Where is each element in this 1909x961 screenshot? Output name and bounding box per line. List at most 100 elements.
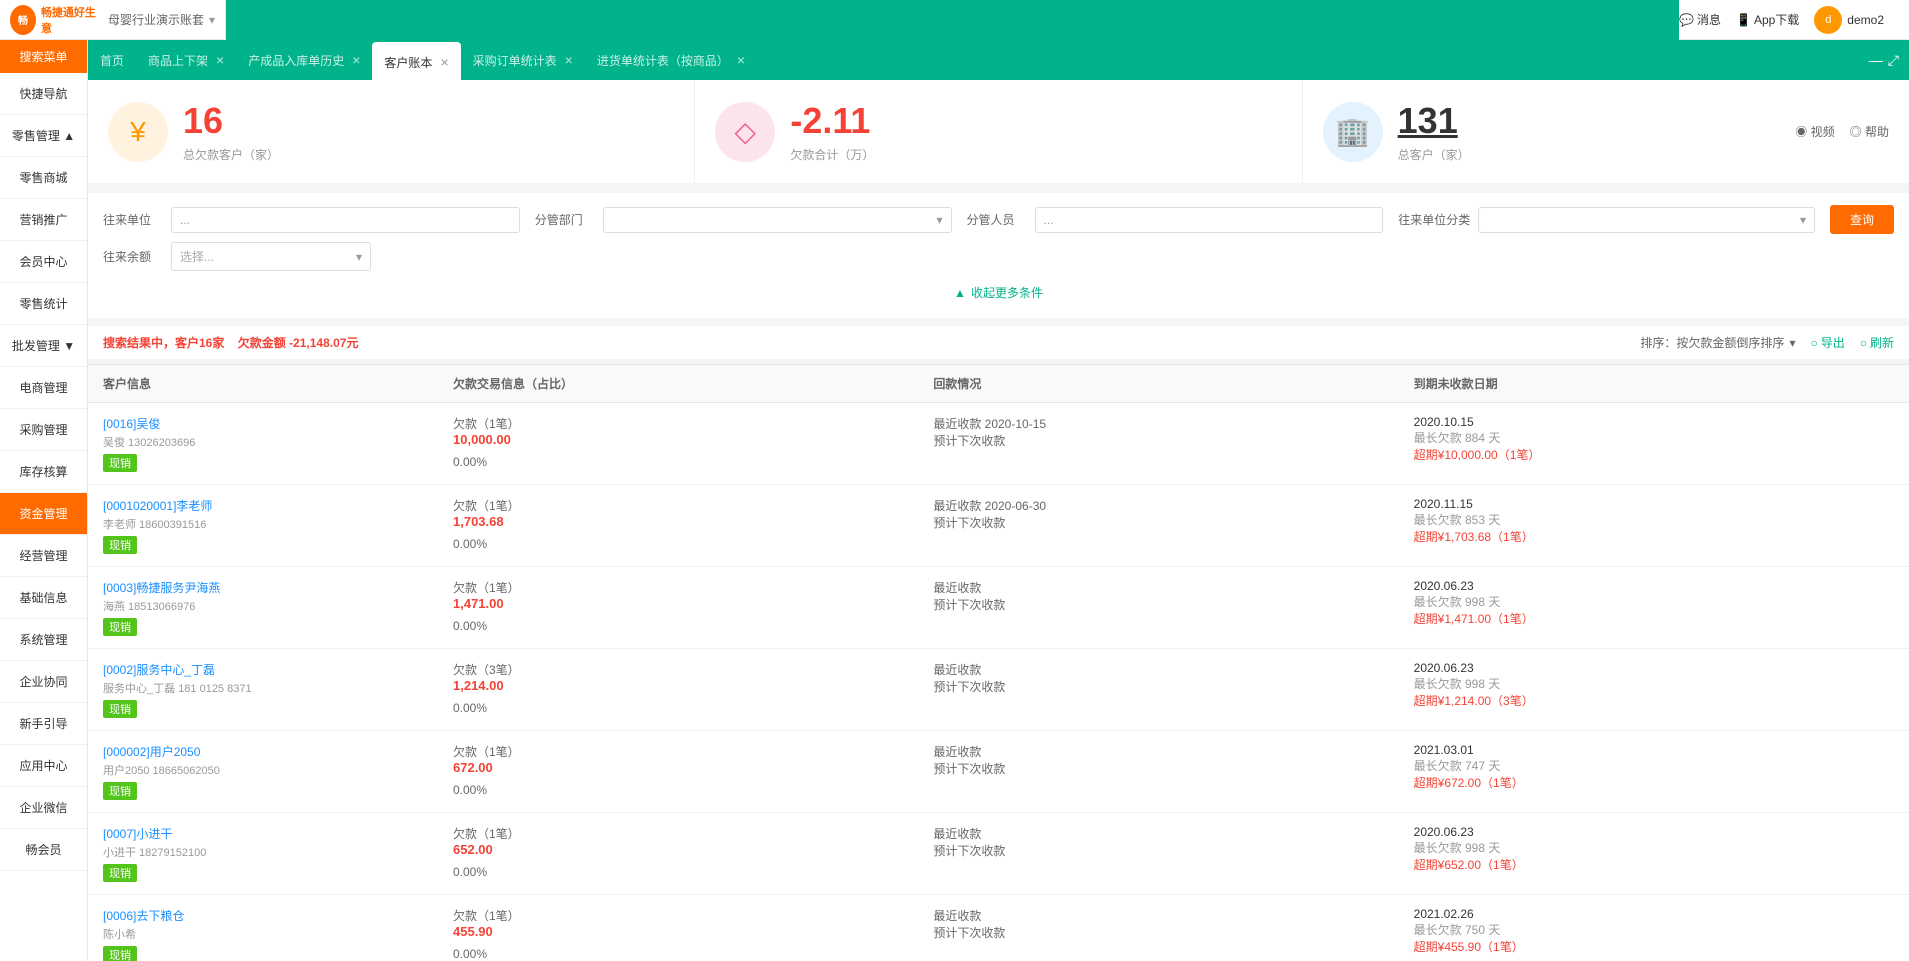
help-link[interactable]: ◎ 帮助 — [1850, 123, 1889, 140]
duedate-cell: 2020.10.15 最长欠款 884 天 超期¥10,000.00（1笔） — [1414, 415, 1894, 472]
download-icon: 📱 — [1736, 13, 1751, 27]
tab-close-btn[interactable]: × — [565, 52, 573, 68]
debt-info-cell: 欠款（1笔） 652.00 0.00% — [453, 825, 933, 882]
table-header: 客户信息 欠款交易信息（占比） 回款情况 到期未收款日期 — [88, 364, 1909, 403]
tab-close-btn[interactable]: × — [440, 54, 448, 70]
tab-close-btn[interactable]: × — [216, 52, 224, 68]
sidebar-item-xitongguanli[interactable]: 系统管理 — [0, 619, 87, 661]
summary-cards: ¥ 16 总欠款客户（家） ◇ -2.11 欠款合计（万） — [88, 80, 1909, 183]
search-button[interactable]: 查询 — [1830, 205, 1894, 234]
tab-goods-onoff[interactable]: 商品上下架 × — [136, 40, 236, 80]
table-row: [0003]畅捷服务尹海燕 海燕 18513066976 现销 欠款（1笔） 1… — [88, 567, 1909, 649]
industry-selector[interactable]: 母婴行业演示账套 ▾ — [98, 0, 226, 39]
dept-select[interactable]: ▾ — [603, 207, 952, 233]
sidebar-item-changhyuan[interactable]: 畅会员 — [0, 829, 87, 871]
customer-name-link[interactable]: [0006]去下粮仓 — [103, 907, 453, 924]
total-customers-number: 131 — [1398, 100, 1470, 142]
tab-close-btn[interactable]: × — [352, 52, 360, 68]
sidebar-item-kuaijiedaohang[interactable]: 快捷导航 — [0, 73, 87, 115]
dept-filter: 分管部门 ▾ — [535, 207, 952, 233]
sidebar-item-zijinguanli[interactable]: 资金管理 — [0, 493, 87, 535]
sidebar-item-huiyuanzhongxin[interactable]: 会员中心 — [0, 241, 87, 283]
video-link[interactable]: ◉ 视频 — [1795, 123, 1834, 140]
person-input[interactable]: ... — [1035, 207, 1384, 233]
collapse-filter-btn[interactable]: ▲ 收起更多条件 — [103, 279, 1894, 306]
sidebar-item-qiyeweixin[interactable]: 企业微信 — [0, 787, 87, 829]
collection-cell: 最近收款 预计下次收款 — [933, 743, 1413, 800]
customer-info-cell: [0003]畅捷服务尹海燕 海燕 18513066976 现销 — [103, 579, 453, 636]
message-icon: 💬 — [1679, 13, 1694, 27]
sidebar-item-xinshouyindao[interactable]: 新手引导 — [0, 703, 87, 745]
customer-name-link[interactable]: [0002]服务中心_丁磊 — [103, 661, 453, 678]
debt-amount[interactable]: 455.90 — [453, 924, 933, 939]
tab-homepage[interactable]: 首页 — [88, 40, 136, 80]
sidebar-item-yingxiaotuitui[interactable]: 营销推广 — [0, 199, 87, 241]
total-customers-icon: 🏢 — [1323, 102, 1383, 162]
sidebar-item-kucunhesuan[interactable]: 库存核算 — [0, 451, 87, 493]
supplier-input[interactable]: ... — [171, 207, 520, 233]
minimize-btn[interactable]: — — [1869, 52, 1883, 68]
sidebar-item-yingyongzhongxin[interactable]: 应用中心 — [0, 745, 87, 787]
app-download-btn[interactable]: 📱 App下载 — [1736, 11, 1799, 28]
category-filter: 往来单位分类 ▾ — [1398, 207, 1815, 233]
debt-amount[interactable]: 652.00 — [453, 842, 933, 857]
customer-info-cell: [0016]吴俊 吴俊 13026203696 现销 — [103, 415, 453, 472]
chevron-down-icon: ▾ — [1789, 336, 1795, 350]
customer-name-link[interactable]: [0007]小进干 — [103, 825, 453, 842]
debt-amount[interactable]: 10,000.00 — [453, 432, 933, 447]
user-avatar[interactable]: d demo2 — [1814, 6, 1884, 34]
tab-customer-ledger[interactable]: 客户账本 × — [372, 42, 460, 82]
collection-cell: 最近收款 2020-06-30 预计下次收款 — [933, 497, 1413, 554]
tab-bar: 首页 商品上下架 × 产成品入库单历史 × 客户账本 × 采购订单统计表 × — [88, 40, 1909, 80]
col-header-collection: 回款情况 — [933, 375, 1413, 392]
results-info: 搜索结果中，客户16家 欠款金额 -21,148.07元 — [103, 334, 358, 351]
tab-purchase-stats[interactable]: 采购订单统计表 × — [461, 40, 585, 80]
sidebar-search[interactable]: 搜索菜单 — [0, 40, 87, 73]
debt-amount[interactable]: 672.00 — [453, 760, 933, 775]
customer-info-cell: [0006]去下粮仓 陈小希 现销 — [103, 907, 453, 961]
debt-amount[interactable]: 1,471.00 — [453, 596, 933, 611]
export-btn[interactable]: ○ 导出 — [1810, 334, 1844, 351]
sidebar-item-lingshouchengcheng[interactable]: 零售商城 — [0, 157, 87, 199]
customer-name-link[interactable]: [0016]吴俊 — [103, 415, 453, 432]
sidebar-item-jingying[interactable]: 经营管理 — [0, 535, 87, 577]
maximize-btn[interactable]: ⤢ — [1888, 52, 1899, 69]
sidebar-item-pifagunali[interactable]: 批发管理 ▼ — [0, 325, 87, 367]
debt-amount[interactable]: 1,214.00 — [453, 678, 933, 693]
top-bar: 畅 畅捷通好生意 母婴行业演示账套 ▾ 💬 消息 📱 App下载 d demo2 — [0, 0, 1909, 40]
results-actions: 排序：按欠款金额倒序排序 ▾ ○ 导出 ○ 刷新 — [1640, 334, 1894, 351]
dept-label: 分管部门 — [535, 211, 595, 228]
sidebar-item-lingshouchunli[interactable]: 零售管理 ▲ — [0, 115, 87, 157]
sidebar-item-dianshangunali[interactable]: 电商管理 — [0, 367, 87, 409]
sort-select[interactable]: 排序：按欠款金额倒序排序 ▾ — [1640, 334, 1795, 351]
tab-close-btn[interactable]: × — [737, 52, 745, 68]
refresh-btn[interactable]: ○ 刷新 — [1860, 334, 1894, 351]
chevron-down-icon: ▾ — [356, 250, 362, 264]
logo-area: 畅 畅捷通好生意 — [10, 4, 98, 36]
customer-name-link[interactable]: [000002]用户2050 — [103, 743, 453, 760]
sidebar-item-qiyexietong[interactable]: 企业协同 — [0, 661, 87, 703]
duedate-cell: 2020.06.23 最长欠款 998 天 超期¥1,471.00（1笔） — [1414, 579, 1894, 636]
debt-customers-icon: ¥ — [108, 102, 168, 162]
sidebar-item-jichuxinxi[interactable]: 基础信息 — [0, 577, 87, 619]
supplier-filter: 往来单位 ... — [103, 207, 520, 233]
sidebar-item-lingshoutongji[interactable]: 零售统计 — [0, 283, 87, 325]
balance-select[interactable]: 选择... ▾ — [171, 242, 371, 271]
category-select[interactable]: ▾ — [1478, 207, 1815, 233]
tab-product-history[interactable]: 产成品入库单历史 × — [236, 40, 372, 80]
collection-cell: 最近收款 预计下次收款 — [933, 661, 1413, 718]
sidebar-item-caigougunali[interactable]: 采购管理 — [0, 409, 87, 451]
customer-name-link[interactable]: [0001020001]李老师 — [103, 497, 453, 514]
top-right: 💬 消息 📱 App下载 d demo2 — [1679, 6, 1899, 34]
col-header-duedate: 到期未收款日期 — [1414, 375, 1894, 392]
debt-info-cell: 欠款（1笔） 455.90 0.00% — [453, 907, 933, 961]
message-btn[interactable]: 💬 消息 — [1679, 11, 1721, 28]
customer-info-cell: [0001020001]李老师 李老师 18600391516 现销 — [103, 497, 453, 554]
balance-label: 往来余额 — [103, 248, 163, 265]
filter-bar: 往来单位 ... 分管部门 ▾ — [88, 193, 1909, 318]
table-row: [0001020001]李老师 李老师 18600391516 现销 欠款（1笔… — [88, 485, 1909, 567]
customer-name-link[interactable]: [0003]畅捷服务尹海燕 — [103, 579, 453, 596]
category-label: 往来单位分类 — [1398, 211, 1470, 228]
debt-amount[interactable]: 1,703.68 — [453, 514, 933, 529]
tab-goods-stats[interactable]: 进货单统计表（按商品） × — [585, 40, 757, 80]
